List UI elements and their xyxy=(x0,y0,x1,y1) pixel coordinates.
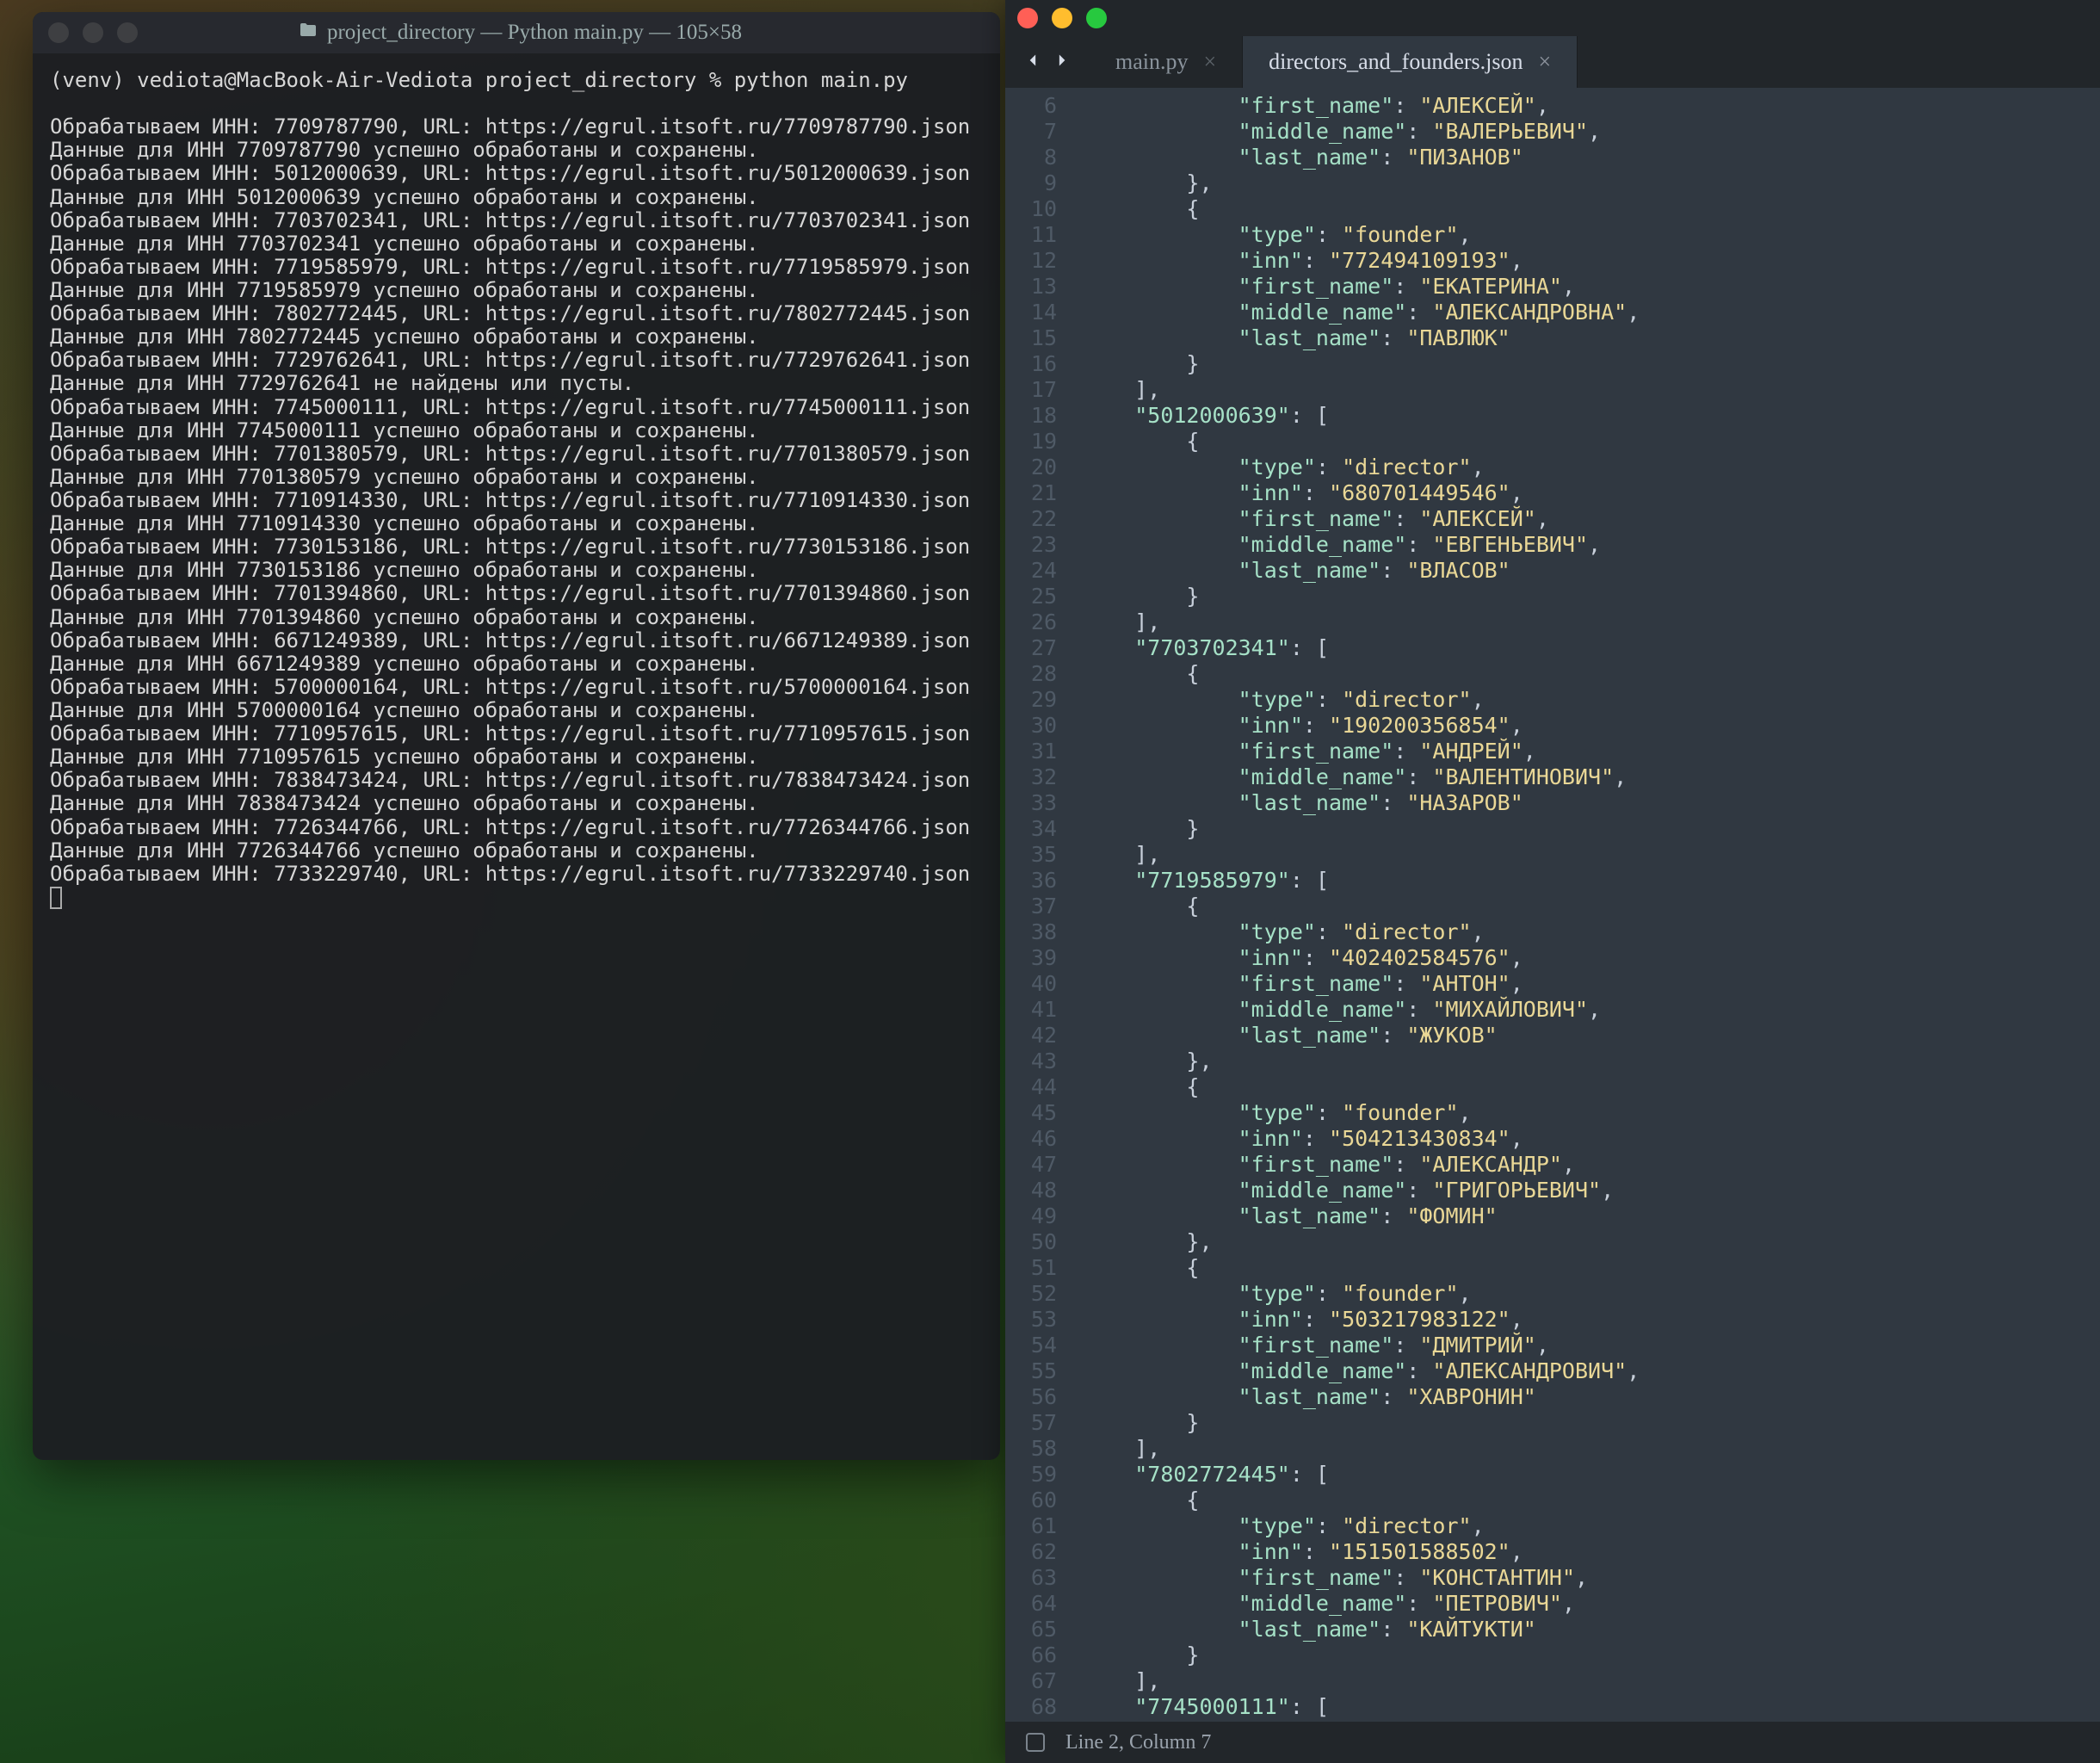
traffic-lights xyxy=(48,22,138,43)
nav-forward-icon[interactable] xyxy=(1050,49,1072,75)
editor-window: main.py × directors_and_founders.json × … xyxy=(1005,0,2100,1763)
editor-body: 6789101112131415161718192021222324252627… xyxy=(1005,88,2100,1722)
maximize-icon[interactable] xyxy=(1086,8,1107,28)
tab-close-icon[interactable]: × xyxy=(1204,49,1217,75)
folder-icon xyxy=(298,20,318,46)
status-checkbox-icon[interactable] xyxy=(1026,1733,1045,1752)
tab-label: main.py xyxy=(1115,49,1189,75)
minimize-icon[interactable] xyxy=(1052,8,1072,28)
editor-statusbar: Line 2, Column 7 xyxy=(1005,1722,2100,1763)
terminal-window: project_directory — Python main.py — 105… xyxy=(33,12,1000,1460)
tab-main-py[interactable]: main.py × xyxy=(1090,36,1243,88)
editor-titlebar[interactable] xyxy=(1005,0,2100,36)
terminal-title: project_directory — Python main.py — 105… xyxy=(138,20,902,46)
tab-close-icon[interactable]: × xyxy=(1539,49,1552,75)
tab-label: directors_and_founders.json xyxy=(1269,49,1522,75)
tab-directors-json[interactable]: directors_and_founders.json × xyxy=(1243,36,1578,88)
terminal-output[interactable]: (venv) vediota@MacBook-Air-Vediota proje… xyxy=(33,53,1000,1460)
editor-traffic-lights xyxy=(1017,8,1107,28)
maximize-icon[interactable] xyxy=(117,22,138,43)
editor-tab-row: main.py × directors_and_founders.json × xyxy=(1005,36,2100,88)
close-icon[interactable] xyxy=(48,22,69,43)
code-area[interactable]: "first_name": "АЛЕКСЕЙ", "middle_name": … xyxy=(1069,88,2100,1722)
status-cursor-position: Line 2, Column 7 xyxy=(1065,1731,1211,1754)
terminal-title-text: project_directory — Python main.py — 105… xyxy=(327,21,742,45)
minimize-icon[interactable] xyxy=(83,22,103,43)
close-icon[interactable] xyxy=(1017,8,1038,28)
nav-back-icon[interactable] xyxy=(1022,49,1045,75)
terminal-titlebar[interactable]: project_directory — Python main.py — 105… xyxy=(33,12,1000,53)
line-number-gutter[interactable]: 6789101112131415161718192021222324252627… xyxy=(1005,88,1069,1722)
